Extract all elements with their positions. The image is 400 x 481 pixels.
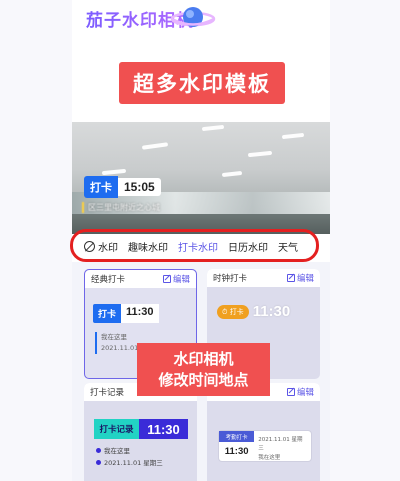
ceiling-light	[247, 150, 273, 158]
ceiling-light	[101, 168, 127, 176]
template-card-work[interactable]: 考勤打卡 编辑 考勤打卡 11:30 2021.11.01 星期三 我在这里	[207, 383, 320, 481]
planet-icon	[170, 7, 216, 27]
stamp-location: 区三里屯附近之心城	[82, 202, 160, 213]
watermark-stamp[interactable]: 打卡 15:05	[84, 176, 161, 198]
card-header: 经典打卡 编辑	[85, 270, 196, 288]
highlight-ring	[70, 229, 319, 262]
sample-time: 11:30	[252, 303, 291, 320]
clock-pill: ⏱ 打卡	[217, 304, 249, 319]
edit-label: 编辑	[296, 388, 314, 398]
watermark-sample: 打卡记录 11:30	[94, 419, 188, 439]
sample-line: 2021.11.01 星期三	[258, 437, 303, 452]
stamp-time: 15:05	[118, 178, 161, 196]
edit-button[interactable]: 编辑	[162, 273, 190, 285]
card-title: 时钟打卡	[213, 274, 248, 284]
sample-line: 我在这里	[101, 333, 127, 341]
calendar-dot-icon	[96, 460, 101, 465]
caption-line: 修改时间地点	[158, 370, 249, 389]
sample-time: 11:30	[224, 446, 249, 457]
ceiling-light	[221, 170, 243, 178]
promo-caption: 水印相机 修改时间地点	[137, 343, 270, 396]
sample-badge: 打卡	[93, 304, 122, 323]
edit-icon	[286, 388, 295, 396]
location-dot-icon	[96, 448, 101, 453]
watermark-sample: 打卡 11:30	[93, 304, 159, 323]
template-card-record[interactable]: 打卡记录 编辑 打卡记录 11:30 我在这里 2021.11.01 星期三	[84, 383, 197, 481]
edit-button[interactable]: 编辑	[286, 272, 314, 284]
sample-time: 11:30	[121, 304, 159, 323]
card-title: 经典打卡	[91, 275, 126, 285]
ceiling-light	[281, 132, 305, 140]
sample-line: 我在这里	[258, 455, 281, 461]
edit-icon	[162, 275, 171, 283]
sample-line: 2021.11.01 星期三	[104, 459, 163, 467]
card-title: 打卡记录	[90, 388, 125, 398]
stamp-badge: 打卡	[84, 176, 118, 198]
caption-line: 水印相机	[173, 349, 234, 368]
edit-icon	[286, 274, 295, 282]
sample-details: 我在这里 2021.11.01 星期三	[96, 445, 163, 469]
sample-head: 考勤打卡	[219, 431, 255, 442]
watermark-sample: ⏱ 打卡 11:30	[217, 303, 290, 320]
edit-label: 编辑	[296, 274, 314, 284]
sample-label: 打卡记录	[94, 419, 139, 439]
ceiling-light	[141, 142, 169, 150]
edit-label: 编辑	[172, 275, 190, 285]
promo-banner: 超多水印模板	[119, 62, 285, 104]
watermark-sample: 考勤打卡 11:30 2021.11.01 星期三 我在这里	[219, 431, 311, 461]
sample-line: 我在这里	[104, 447, 130, 455]
card-header: 时钟打卡 编辑	[207, 269, 320, 287]
pill-label: 打卡	[229, 307, 244, 316]
edit-button[interactable]: 编辑	[286, 386, 314, 398]
sample-time: 11:30	[139, 419, 188, 439]
ceiling-light	[201, 124, 225, 132]
